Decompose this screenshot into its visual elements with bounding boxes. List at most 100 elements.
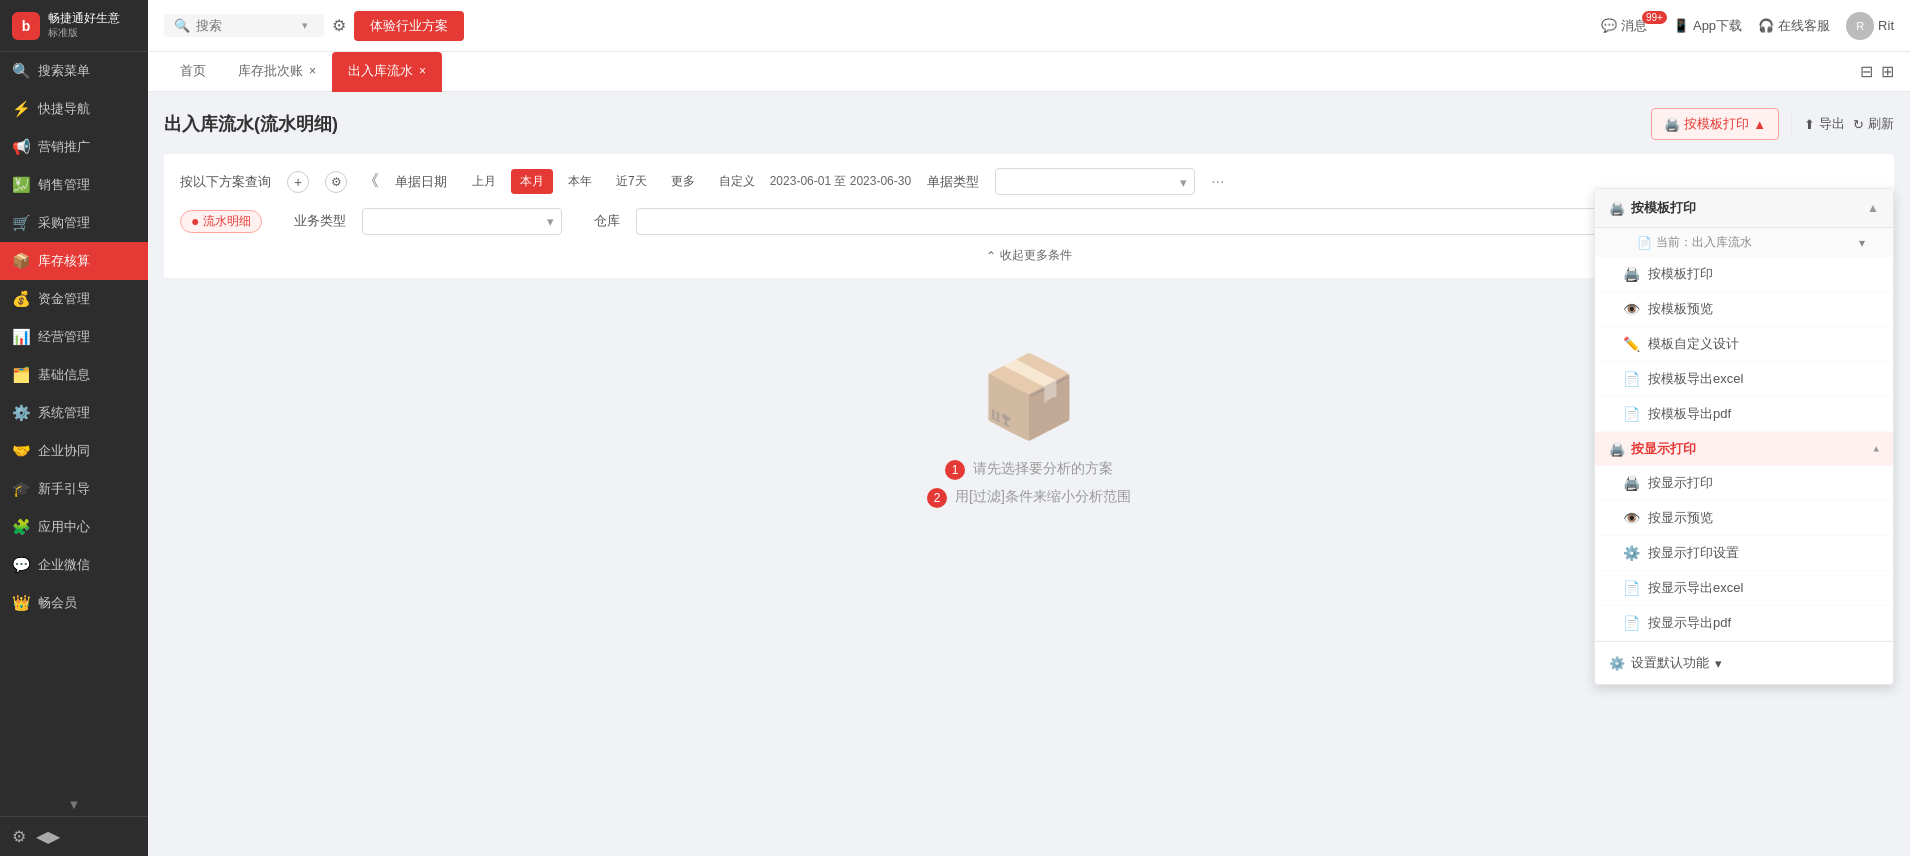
sidebar-item-label: 系统管理 bbox=[38, 404, 90, 422]
date-tab-more[interactable]: 更多 bbox=[662, 169, 704, 194]
topbar-gear-icon[interactable]: ⚙ bbox=[332, 16, 346, 35]
settings-icon[interactable]: ⚙ bbox=[12, 827, 26, 846]
display-section-icon: 🖨️ bbox=[1609, 442, 1625, 457]
online-service-item[interactable]: 🎧 在线客服 bbox=[1758, 17, 1830, 35]
search-icon: 🔍 bbox=[174, 18, 190, 33]
sidebar-item-finance[interactable]: 💰 资金管理 bbox=[0, 280, 148, 318]
sidebar-item-system[interactable]: ⚙️ 系统管理 bbox=[0, 394, 148, 432]
empty-step-1-text: 请先选择要分析的方案 bbox=[973, 460, 1113, 478]
dropdown-title: 🖨️ 按模板打印 bbox=[1609, 199, 1696, 217]
user-initials: R bbox=[1856, 20, 1864, 32]
topbar-search-box[interactable]: 🔍 ▾ bbox=[164, 14, 324, 37]
collapse-sidebar-icon[interactable]: ◀▶ bbox=[36, 827, 60, 846]
filter-tag[interactable]: ● 流水明细 bbox=[180, 210, 262, 233]
dp-display-preview[interactable]: 👁️ 按显示预览 bbox=[1595, 501, 1893, 536]
sidebar-item-guide[interactable]: 🎓 新手引导 bbox=[0, 470, 148, 508]
quick-nav-icon: ⚡ bbox=[12, 100, 30, 118]
date-filter: 上月 本月 本年 近7天 更多 自定义 2023-06-01 至 2023-06… bbox=[463, 169, 911, 194]
minimize-tab-button[interactable]: ⊟ bbox=[1860, 62, 1873, 81]
display-pdf-icon: 📄 bbox=[1623, 615, 1640, 631]
page-title: 出入库流水(流水明细) bbox=[164, 112, 338, 136]
printer-header-icon: 🖨️ bbox=[1609, 201, 1625, 216]
app-download-item[interactable]: 📱 App下载 bbox=[1673, 17, 1742, 35]
topbar: 🔍 ▾ ⚙ 体验行业方案 💬 消息 99+ 📱 App下载 🎧 在线客服 bbox=[148, 0, 1910, 52]
export-button[interactable]: ⬆ 导出 bbox=[1804, 115, 1845, 133]
sidebar-item-sales[interactable]: 💹 销售管理 bbox=[0, 166, 148, 204]
dp-template-excel[interactable]: 📄 按模板导出excel bbox=[1595, 362, 1893, 397]
sidebar-item-wechat[interactable]: 💬 企业微信 bbox=[0, 546, 148, 584]
sidebar-item-member[interactable]: 👑 畅会员 bbox=[0, 584, 148, 622]
filter-settings-button[interactable]: ⚙ bbox=[325, 171, 347, 193]
sales-icon: 💹 bbox=[12, 176, 30, 194]
industry-solution-button[interactable]: 体验行业方案 bbox=[354, 11, 464, 41]
sidebar: b 畅捷通好生意 标准版 🔍 搜索菜单 ⚡ 快捷导航 📢 营销推广 💹 销售管理… bbox=[0, 0, 148, 856]
tab-home[interactable]: 首页 bbox=[164, 52, 222, 92]
inventory-icon: 📦 bbox=[12, 252, 30, 270]
maximize-tab-button[interactable]: ⊞ bbox=[1881, 62, 1894, 81]
dropdown-collapse-icon[interactable]: ▲ bbox=[1867, 201, 1879, 215]
date-tab-custom[interactable]: 自定义 bbox=[710, 169, 764, 194]
dp-display-pdf[interactable]: 📄 按显示导出pdf bbox=[1595, 606, 1893, 641]
sidebar-item-label: 新手引导 bbox=[38, 480, 90, 498]
date-tab-prev-month[interactable]: 上月 bbox=[463, 169, 505, 194]
dp-template-print[interactable]: 🖨️ 按模板打印 bbox=[1595, 257, 1893, 292]
warehouse-input[interactable]: ··· bbox=[636, 208, 1722, 235]
dp-display-excel[interactable]: 📄 按显示导出excel bbox=[1595, 571, 1893, 606]
sidebar-item-marketing[interactable]: 📢 营销推广 bbox=[0, 128, 148, 166]
pdf-item-icon: 📄 bbox=[1623, 406, 1640, 422]
sidebar-item-label: 畅会员 bbox=[38, 594, 77, 612]
filter-tag-icon: ● bbox=[191, 213, 199, 229]
sidebar-item-operations[interactable]: 📊 经营管理 bbox=[0, 318, 148, 356]
date-tab-last7[interactable]: 近7天 bbox=[607, 169, 656, 194]
preview-item-icon: 👁️ bbox=[1623, 301, 1640, 317]
app-name: 畅捷通好生意 bbox=[48, 11, 120, 27]
sidebar-scroll-down[interactable]: ▼ bbox=[0, 793, 148, 816]
printer-icon: 🖨️ bbox=[1664, 117, 1680, 132]
sidebar-bottom: ⚙ ◀▶ bbox=[0, 816, 148, 856]
sidebar-item-collab[interactable]: 🤝 企业协同 bbox=[0, 432, 148, 470]
dp-display-print[interactable]: 🖨️ 按显示打印 bbox=[1595, 466, 1893, 501]
dp-template-custom[interactable]: ✏️ 模板自定义设计 bbox=[1595, 327, 1893, 362]
dp-display-settings[interactable]: ⚙️ 按显示打印设置 bbox=[1595, 536, 1893, 571]
sidebar-item-inventory[interactable]: 📦 库存核算 bbox=[0, 242, 148, 280]
dp-template-pdf[interactable]: 📄 按模板导出pdf bbox=[1595, 397, 1893, 432]
sidebar-item-app-center[interactable]: 🧩 应用中心 bbox=[0, 508, 148, 546]
biz-type-select[interactable] bbox=[362, 208, 562, 235]
finance-icon: 💰 bbox=[12, 290, 30, 308]
print-template-button[interactable]: 🖨️ 按模板打印 ▲ bbox=[1651, 108, 1779, 140]
tab-batch-close[interactable]: × bbox=[309, 64, 316, 78]
sidebar-item-purchase[interactable]: 🛒 采购管理 bbox=[0, 204, 148, 242]
doc-type-more-icon[interactable]: ··· bbox=[1211, 173, 1224, 191]
topbar-search-input[interactable] bbox=[196, 18, 296, 33]
user-profile-item[interactable]: R Rit bbox=[1846, 12, 1894, 40]
page-container: 出入库流水(流水明细) 🖨️ 按模板打印 ▲ ⬆ 导出 ↻ 刷新 bbox=[148, 92, 1910, 856]
dp-template-preview[interactable]: 👁️ 按模板预览 bbox=[1595, 292, 1893, 327]
date-tab-current-year[interactable]: 本年 bbox=[559, 169, 601, 194]
filter-collapse-button[interactable]: 《 bbox=[363, 171, 379, 192]
sidebar-item-basic[interactable]: 🗂️ 基础信息 bbox=[0, 356, 148, 394]
dp-display-section-header[interactable]: 🖨️ 按显示打印 ▾ bbox=[1595, 432, 1893, 466]
tab-flow-close[interactable]: × bbox=[419, 64, 426, 78]
tab-flow[interactable]: 出入库流水 × bbox=[332, 52, 442, 92]
divider bbox=[1791, 114, 1792, 134]
doc-type-select[interactable] bbox=[995, 168, 1195, 195]
guide-icon: 🎓 bbox=[12, 480, 30, 498]
filter-add-button[interactable]: + bbox=[287, 171, 309, 193]
date-tab-current-month[interactable]: 本月 bbox=[511, 169, 553, 194]
chevron-up-small-icon: ⌃ bbox=[986, 249, 996, 263]
display-section-arrow: ▾ bbox=[1873, 443, 1879, 456]
message-item[interactable]: 💬 消息 99+ bbox=[1601, 17, 1657, 35]
logo-icon: b bbox=[12, 12, 40, 40]
tab-batch[interactable]: 库存批次账 × bbox=[222, 52, 332, 92]
tab-flow-label: 出入库流水 bbox=[348, 62, 413, 80]
tab-controls: ⊟ ⊞ bbox=[1860, 62, 1894, 81]
set-default-button[interactable]: ⚙️ 设置默认功能 ▾ bbox=[1609, 650, 1722, 676]
app-logo: b 畅捷通好生意 标准版 bbox=[0, 0, 148, 52]
marketing-icon: 📢 bbox=[12, 138, 30, 156]
sidebar-item-quick-nav[interactable]: ⚡ 快捷导航 bbox=[0, 90, 148, 128]
empty-step-1: 1 请先选择要分析的方案 bbox=[945, 460, 1113, 480]
refresh-button[interactable]: ↻ 刷新 bbox=[1853, 115, 1894, 133]
topbar-left: 🔍 ▾ ⚙ 体验行业方案 bbox=[164, 11, 1589, 41]
sidebar-item-label: 资金管理 bbox=[38, 290, 90, 308]
sidebar-item-search[interactable]: 🔍 搜索菜单 bbox=[0, 52, 148, 90]
